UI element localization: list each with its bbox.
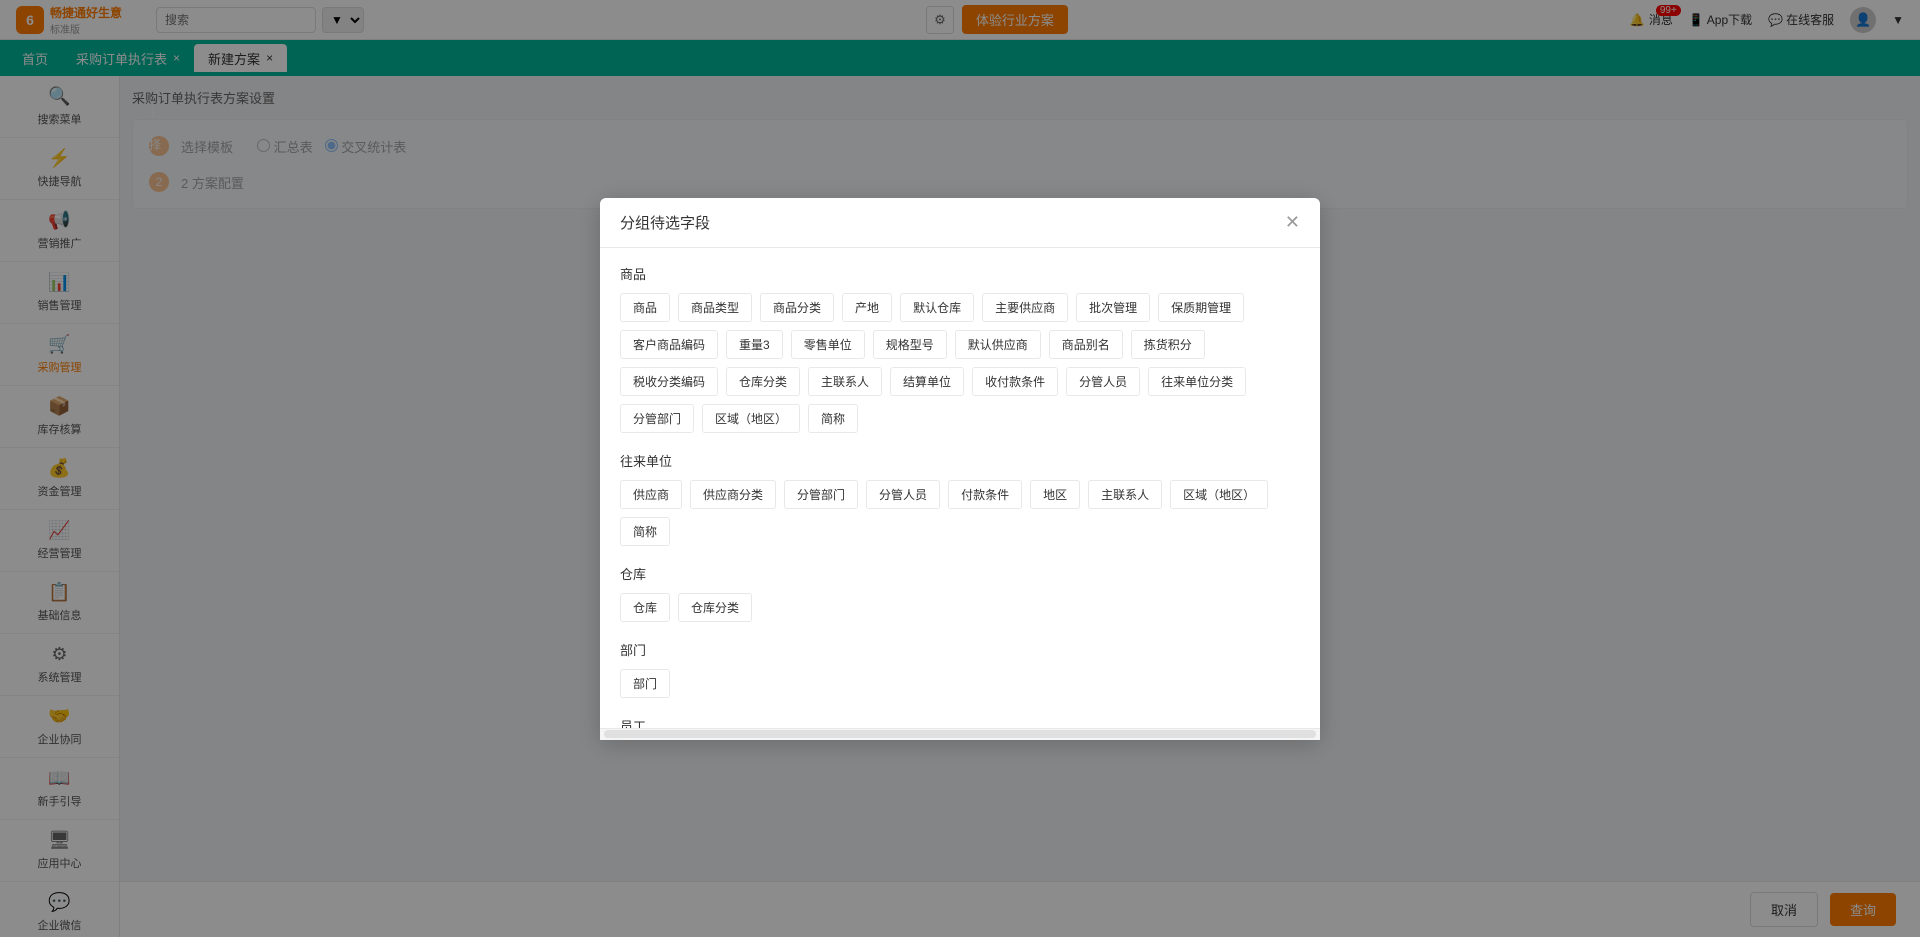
field-group-product-title: 商品 — [620, 264, 1300, 283]
field-group-partner: 往来单位 供应商供应商分类分管部门分管人员付款条件地区主联系人区域（地区） 简称 — [620, 451, 1300, 546]
modal-header: 分组待选字段 ✕ — [600, 198, 1320, 248]
field-tag[interactable]: 默认仓库 — [900, 293, 974, 322]
field-selection-modal: 分组待选字段 ✕ 商品 商品商品类型商品分类产地默认仓库主要供应商批次管理保质期… — [600, 198, 1320, 740]
field-tag[interactable]: 保质期管理 — [1158, 293, 1244, 322]
field-tag[interactable]: 分管人员 — [1066, 367, 1140, 396]
modal-body-scroll[interactable]: 商品 商品商品类型商品分类产地默认仓库主要供应商批次管理保质期管理客户商品编码重… — [600, 248, 1320, 728]
field-group-warehouse: 仓库 仓库仓库分类 — [620, 564, 1300, 622]
field-group-product-tags: 商品商品类型商品分类产地默认仓库主要供应商批次管理保质期管理客户商品编码重量3 零… — [620, 293, 1300, 433]
field-tag[interactable]: 商品分类 — [760, 293, 834, 322]
field-tag[interactable]: 简称 — [620, 517, 670, 546]
field-tag[interactable]: 仓库分类 — [678, 593, 752, 622]
field-group-dept: 部门 部门 — [620, 640, 1300, 698]
modal-title: 分组待选字段 — [620, 212, 710, 233]
field-tag[interactable]: 税收分类编码 — [620, 367, 718, 396]
field-tag[interactable]: 简称 — [808, 404, 858, 433]
field-tag[interactable]: 供应商 — [620, 480, 682, 509]
field-group-staff: 员工 业务员 — [620, 716, 1300, 728]
field-tag[interactable]: 商品类型 — [678, 293, 752, 322]
field-tag[interactable]: 供应商分类 — [690, 480, 776, 509]
field-group-warehouse-title: 仓库 — [620, 564, 1300, 583]
field-tag[interactable]: 分管人员 — [866, 480, 940, 509]
field-tag[interactable]: 往来单位分类 — [1148, 367, 1246, 396]
modal-horizontal-scrollbar[interactable] — [600, 728, 1320, 740]
field-tag[interactable]: 规格型号 — [873, 330, 947, 359]
field-tag[interactable]: 商品别名 — [1049, 330, 1123, 359]
field-tag[interactable]: 拣货积分 — [1131, 330, 1205, 359]
field-tag[interactable]: 重量3 — [726, 330, 783, 359]
field-tag[interactable]: 主要供应商 — [982, 293, 1068, 322]
field-group-staff-title: 员工 — [620, 716, 1300, 728]
field-tag[interactable]: 区域（地区） — [1170, 480, 1268, 509]
field-tag[interactable]: 仓库 — [620, 593, 670, 622]
field-tag[interactable]: 批次管理 — [1076, 293, 1150, 322]
field-tag[interactable]: 区域（地区） — [702, 404, 800, 433]
field-tag[interactable]: 主联系人 — [1088, 480, 1162, 509]
field-tag[interactable]: 主联系人 — [808, 367, 882, 396]
field-group-partner-title: 往来单位 — [620, 451, 1300, 470]
field-tag[interactable]: 默认供应商 — [955, 330, 1041, 359]
field-tag[interactable]: 付款条件 — [948, 480, 1022, 509]
field-tag[interactable]: 商品 — [620, 293, 670, 322]
modal-close-button[interactable]: ✕ — [1285, 213, 1300, 231]
field-tag[interactable]: 结算单位 — [890, 367, 964, 396]
field-tag[interactable]: 分管部门 — [620, 404, 694, 433]
field-tag[interactable]: 部门 — [620, 669, 670, 698]
field-group-dept-title: 部门 — [620, 640, 1300, 659]
field-tag[interactable]: 产地 — [842, 293, 892, 322]
modal-body: 商品 商品商品类型商品分类产地默认仓库主要供应商批次管理保质期管理客户商品编码重… — [600, 248, 1320, 728]
field-tag[interactable]: 客户商品编码 — [620, 330, 718, 359]
field-group-dept-tags: 部门 — [620, 669, 1300, 698]
modal-overlay: 分组待选字段 ✕ 商品 商品商品类型商品分类产地默认仓库主要供应商批次管理保质期… — [0, 0, 1920, 937]
field-tag[interactable]: 仓库分类 — [726, 367, 800, 396]
field-group-partner-tags: 供应商供应商分类分管部门分管人员付款条件地区主联系人区域（地区） 简称 — [620, 480, 1300, 546]
field-tag[interactable]: 收付款条件 — [972, 367, 1058, 396]
field-group-product: 商品 商品商品类型商品分类产地默认仓库主要供应商批次管理保质期管理客户商品编码重… — [620, 264, 1300, 433]
hscroll-track — [604, 730, 1316, 738]
field-tag[interactable]: 地区 — [1030, 480, 1080, 509]
field-group-warehouse-tags: 仓库仓库分类 — [620, 593, 1300, 622]
field-tag[interactable]: 零售单位 — [791, 330, 865, 359]
field-tag[interactable]: 分管部门 — [784, 480, 858, 509]
